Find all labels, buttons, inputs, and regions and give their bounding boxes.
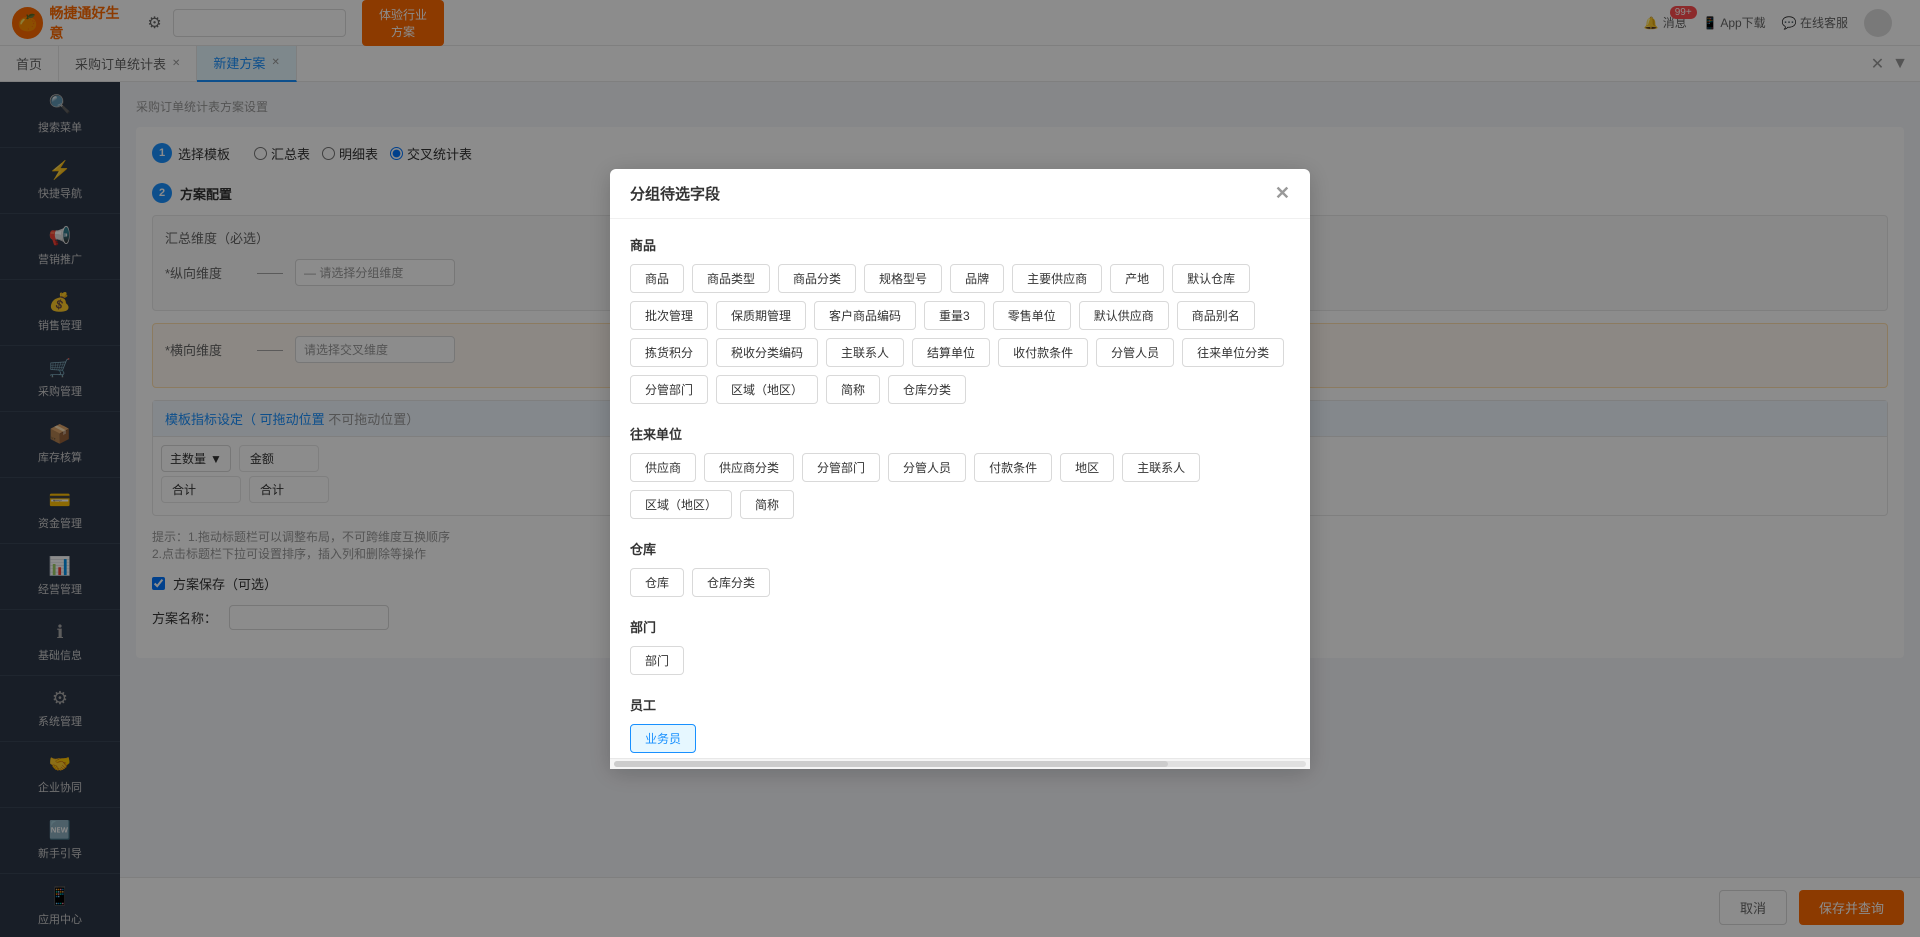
field-chip[interactable]: 主联系人: [1122, 453, 1200, 482]
modal-overlay[interactable]: 分组待选字段 ✕ 商品 商品 商品类型 商品分类 规格型号 品牌 主要供应商 产…: [0, 0, 1920, 937]
field-chip[interactable]: 供应商: [630, 453, 696, 482]
field-chip[interactable]: 税收分类编码: [716, 338, 818, 367]
field-chip[interactable]: 品牌: [950, 264, 1004, 293]
category-goods-title: 商品: [630, 235, 1290, 254]
field-chip[interactable]: 重量3: [924, 301, 985, 330]
field-chip[interactable]: 分管部门: [802, 453, 880, 482]
field-chip[interactable]: 产地: [1110, 264, 1164, 293]
field-chip[interactable]: 简称: [826, 375, 880, 404]
category-dept: 部门 部门: [630, 617, 1290, 675]
field-chip[interactable]: 主联系人: [826, 338, 904, 367]
category-employee: 员工 业务员: [630, 695, 1290, 753]
field-chip[interactable]: 仓库分类: [888, 375, 966, 404]
field-chip[interactable]: 批次管理: [630, 301, 708, 330]
field-chip[interactable]: 区域（地区）: [630, 490, 732, 519]
category-goods-fields: 商品 商品类型 商品分类 规格型号 品牌 主要供应商 产地 默认仓库 批次管理 …: [630, 264, 1290, 404]
field-chip[interactable]: 拣货积分: [630, 338, 708, 367]
modal-body: 商品 商品 商品类型 商品分类 规格型号 品牌 主要供应商 产地 默认仓库 批次…: [610, 219, 1310, 758]
category-dept-fields: 部门: [630, 646, 1290, 675]
field-chip[interactable]: 分管人员: [888, 453, 966, 482]
modal-title: 分组待选字段: [630, 183, 720, 204]
field-chip[interactable]: 默认仓库: [1172, 264, 1250, 293]
field-chip[interactable]: 客户商品编码: [814, 301, 916, 330]
field-chip[interactable]: 保质期管理: [716, 301, 806, 330]
field-chip[interactable]: 简称: [740, 490, 794, 519]
field-chip[interactable]: 零售单位: [993, 301, 1071, 330]
field-chip[interactable]: 部门: [630, 646, 684, 675]
modal-field-selector: 分组待选字段 ✕ 商品 商品 商品类型 商品分类 规格型号 品牌 主要供应商 产…: [610, 169, 1310, 769]
scroll-thumb: [614, 761, 1168, 767]
category-goods: 商品 商品 商品类型 商品分类 规格型号 品牌 主要供应商 产地 默认仓库 批次…: [630, 235, 1290, 404]
field-chip[interactable]: 分管部门: [630, 375, 708, 404]
field-chip[interactable]: 结算单位: [912, 338, 990, 367]
modal-header: 分组待选字段 ✕: [610, 169, 1310, 219]
field-chip[interactable]: 仓库分类: [692, 568, 770, 597]
category-warehouse-fields: 仓库 仓库分类: [630, 568, 1290, 597]
field-chip[interactable]: 主要供应商: [1012, 264, 1102, 293]
field-chip[interactable]: 区域（地区）: [716, 375, 818, 404]
field-chip[interactable]: 商品分类: [778, 264, 856, 293]
category-warehouse: 仓库 仓库 仓库分类: [630, 539, 1290, 597]
field-chip[interactable]: 分管人员: [1096, 338, 1174, 367]
category-partner: 往来单位 供应商 供应商分类 分管部门 分管人员 付款条件 地区 主联系人 区域…: [630, 424, 1290, 519]
field-chip[interactable]: 商品类型: [692, 264, 770, 293]
field-chip[interactable]: 供应商分类: [704, 453, 794, 482]
category-dept-title: 部门: [630, 617, 1290, 636]
field-chip[interactable]: 收付款条件: [998, 338, 1088, 367]
modal-close-button[interactable]: ✕: [1275, 184, 1290, 202]
field-chip[interactable]: 地区: [1060, 453, 1114, 482]
field-chip-employee[interactable]: 业务员: [630, 724, 696, 753]
field-chip[interactable]: 商品别名: [1177, 301, 1255, 330]
modal-horizontal-scrollbar[interactable]: [610, 758, 1310, 769]
category-partner-fields: 供应商 供应商分类 分管部门 分管人员 付款条件 地区 主联系人 区域（地区） …: [630, 453, 1290, 519]
category-warehouse-title: 仓库: [630, 539, 1290, 558]
scroll-track: [614, 761, 1306, 767]
field-chip[interactable]: 往来单位分类: [1182, 338, 1284, 367]
category-employee-title: 员工: [630, 695, 1290, 714]
category-employee-fields: 业务员: [630, 724, 1290, 753]
category-partner-title: 往来单位: [630, 424, 1290, 443]
field-chip[interactable]: 仓库: [630, 568, 684, 597]
field-chip[interactable]: 规格型号: [864, 264, 942, 293]
field-chip[interactable]: 付款条件: [974, 453, 1052, 482]
field-chip[interactable]: 商品: [630, 264, 684, 293]
field-chip[interactable]: 默认供应商: [1079, 301, 1169, 330]
